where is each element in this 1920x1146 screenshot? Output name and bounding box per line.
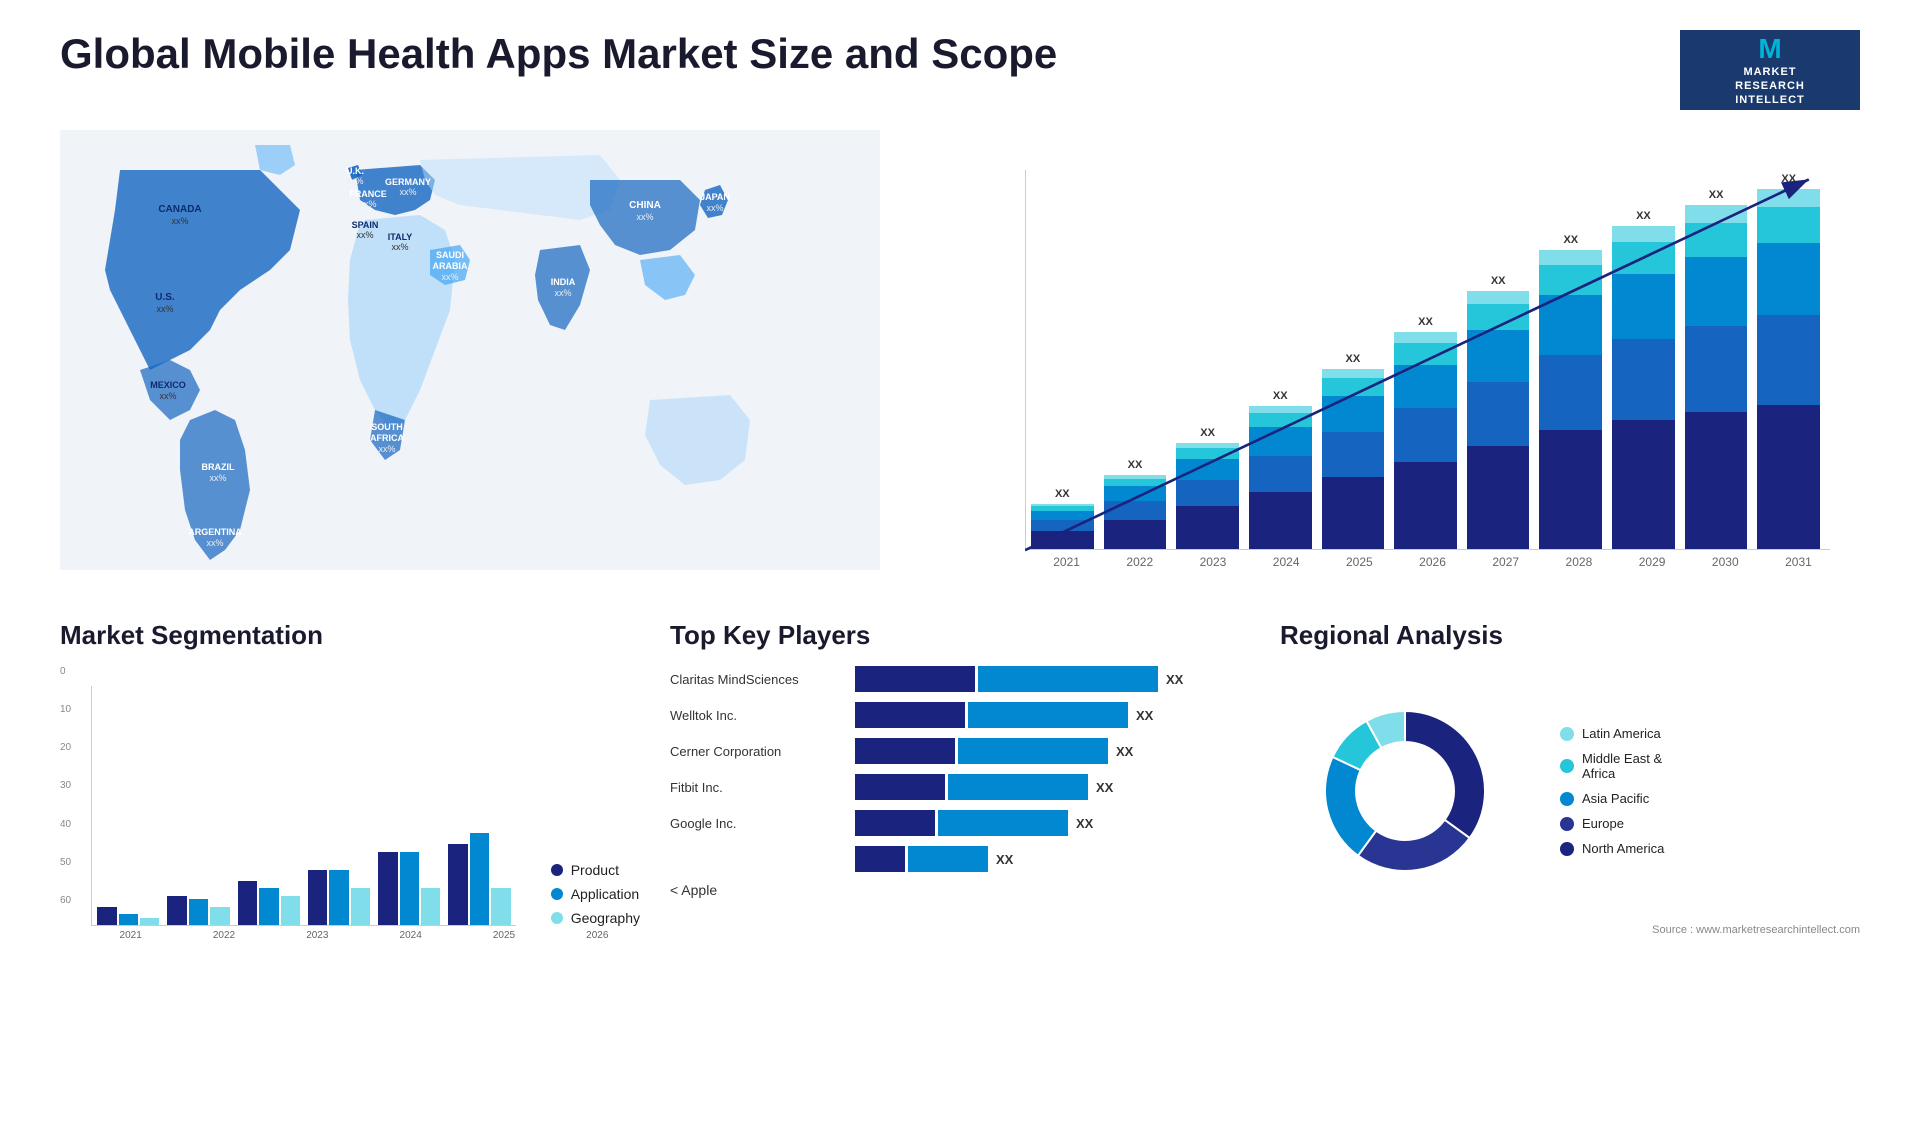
legend-north-america-label: North America: [1582, 841, 1664, 856]
legend-asia-pacific-label: Asia Pacific: [1582, 791, 1649, 806]
logo-letter: M: [1758, 33, 1781, 65]
legend-geography-label: Geography: [571, 910, 640, 926]
page-title: Global Mobile Health Apps Market Size an…: [60, 30, 1057, 78]
player-row: Fitbit Inc.XX: [670, 774, 1250, 800]
svg-text:BRAZIL: BRAZIL: [202, 462, 235, 472]
svg-text:CANADA: CANADA: [158, 204, 201, 215]
page-container: Global Mobile Health Apps Market Size an…: [0, 0, 1920, 1146]
source-text: Source : www.marketresearchintellect.com: [1280, 924, 1860, 936]
key-players-title: Top Key Players: [670, 620, 1250, 651]
legend-middle-east: Middle East &Africa: [1560, 751, 1664, 781]
svg-text:SOUTH: SOUTH: [371, 422, 403, 432]
legend-product-label: Product: [571, 862, 619, 878]
map-section: CANADA xx% U.S. xx% MEXICO xx% BRAZIL xx…: [60, 130, 945, 590]
seg-legend: Product Application Geography: [531, 862, 640, 926]
svg-text:xx%: xx%: [636, 212, 653, 222]
svg-text:xx%: xx%: [209, 473, 226, 483]
player-row: Claritas MindSciencesXX: [670, 666, 1250, 692]
svg-text:xx%: xx%: [554, 288, 571, 298]
svg-text:MEXICO: MEXICO: [150, 380, 186, 390]
svg-text:JAPAN: JAPAN: [700, 192, 730, 202]
players-list: Claritas MindSciencesXX Welltok Inc.XX Cer…: [670, 666, 1250, 872]
header: Global Mobile Health Apps Market Size an…: [60, 30, 1860, 110]
legend-application-label: Application: [571, 886, 640, 902]
legend-middle-east-label: Middle East &Africa: [1582, 751, 1662, 781]
world-map: CANADA xx% U.S. xx% MEXICO xx% BRAZIL xx…: [60, 130, 945, 590]
donut-chart-svg: [1280, 666, 1530, 916]
svg-text:xx%: xx%: [206, 538, 223, 548]
logo-area: M MARKETRESEARCHINTELLECT: [1680, 30, 1860, 110]
svg-text:xx%: xx%: [156, 304, 173, 314]
key-players-section: Top Key Players Claritas MindSciencesXX W…: [670, 610, 1250, 951]
svg-text:ARABIA: ARABIA: [433, 261, 468, 271]
svg-text:SAUDI: SAUDI: [436, 250, 464, 260]
svg-text:xx%: xx%: [346, 176, 363, 186]
legend-application: Application: [551, 886, 640, 902]
svg-text:U.S.: U.S.: [155, 292, 175, 303]
svg-text:CHINA: CHINA: [629, 200, 661, 211]
svg-text:FRANCE: FRANCE: [349, 189, 387, 199]
svg-text:xx%: xx%: [378, 444, 395, 454]
players-more: < Apple: [670, 882, 1250, 898]
svg-text:ITALY: ITALY: [388, 232, 413, 242]
logo-text: MARKETRESEARCHINTELLECT: [1735, 65, 1805, 108]
svg-text:xx%: xx%: [159, 391, 176, 401]
svg-text:xx%: xx%: [171, 216, 188, 226]
world-map-svg: CANADA xx% U.S. xx% MEXICO xx% BRAZIL xx…: [60, 130, 880, 570]
growth-chart-section: XXXXXXXXXXXXXXXXXXXXXX 20212022202320242…: [975, 130, 1860, 590]
svg-text:GERMANY: GERMANY: [385, 177, 431, 187]
segmentation-section: Market Segmentation 60 50 40 30 20 10 0: [60, 610, 640, 951]
svg-text:SPAIN: SPAIN: [352, 220, 379, 230]
legend-north-america: North America: [1560, 841, 1664, 856]
legend-europe-label: Europe: [1582, 816, 1624, 831]
legend-europe: Europe: [1560, 816, 1664, 831]
svg-text:xx%: xx%: [391, 242, 408, 252]
legend-asia-pacific: Asia Pacific: [1560, 791, 1664, 806]
legend-product: Product: [551, 862, 640, 878]
svg-text:INDIA: INDIA: [551, 277, 576, 287]
svg-text:ARGENTINA: ARGENTINA: [188, 527, 242, 537]
logo-box: M MARKETRESEARCHINTELLECT: [1680, 30, 1860, 110]
legend-latin-america-label: Latin America: [1582, 726, 1661, 741]
svg-text:xx%: xx%: [441, 272, 458, 282]
donut-container: Latin America Middle East &Africa Asia P…: [1280, 666, 1860, 916]
svg-text:xx%: xx%: [356, 230, 373, 240]
y-axis: 60 50 40 30 20 10 0: [60, 666, 76, 906]
svg-text:xx%: xx%: [399, 187, 416, 197]
svg-text:AFRICA: AFRICA: [370, 433, 404, 443]
regional-section: Regional Analysis Latin America: [1280, 610, 1860, 951]
player-row: Cerner CorporationXX: [670, 738, 1250, 764]
regional-legend: Latin America Middle East &Africa Asia P…: [1560, 726, 1664, 856]
legend-latin-america: Latin America: [1560, 726, 1664, 741]
player-row: Google Inc.XX: [670, 810, 1250, 836]
legend-geography: Geography: [551, 910, 640, 926]
player-row: XX: [670, 846, 1250, 872]
player-row: Welltok Inc.XX: [670, 702, 1250, 728]
svg-text:U.K.: U.K.: [346, 166, 364, 176]
regional-title: Regional Analysis: [1280, 620, 1860, 651]
svg-text:xx%: xx%: [359, 199, 376, 209]
segmentation-title: Market Segmentation: [60, 620, 640, 651]
bottom-grid: Market Segmentation 60 50 40 30 20 10 0: [60, 610, 1860, 951]
svg-text:xx%: xx%: [706, 203, 723, 213]
